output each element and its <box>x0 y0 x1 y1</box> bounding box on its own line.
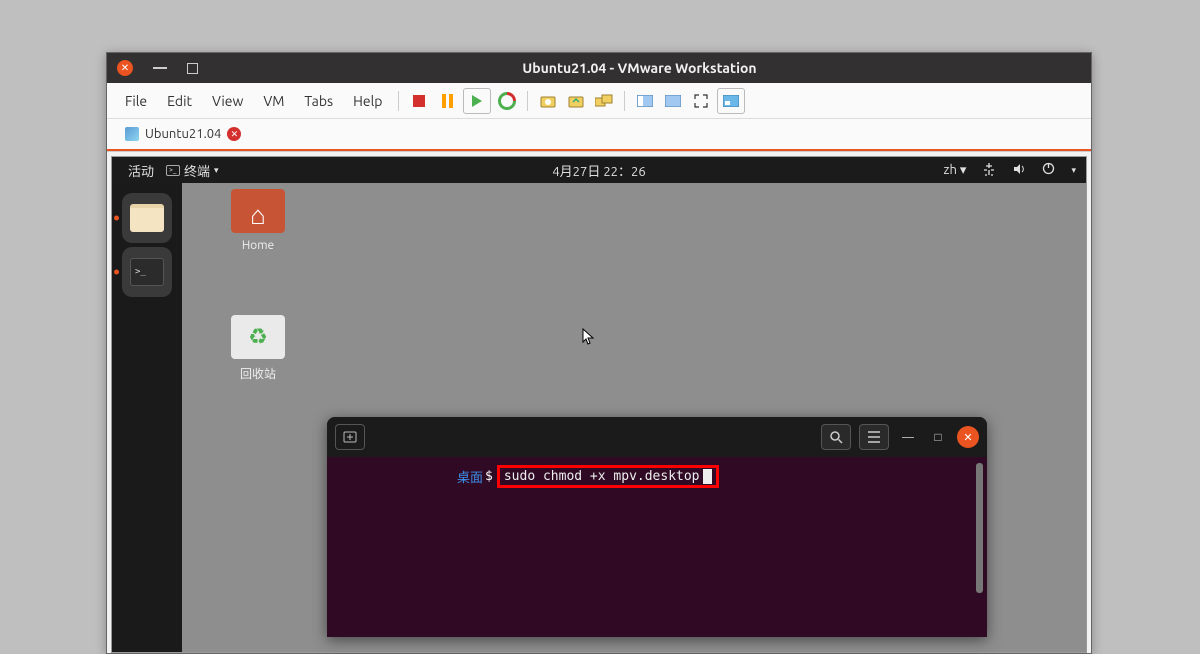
trash-label: 回收站 <box>240 368 276 381</box>
window-title: Ubuntu21.04 - VMware Workstation <box>198 60 1081 76</box>
terminal-minimize-button[interactable]: — <box>897 426 919 448</box>
power-on-button[interactable] <box>463 88 491 114</box>
terminal-headerbar: — □ ✕ <box>327 417 987 457</box>
trash-folder-icon: ♻ <box>231 315 285 359</box>
gnome-desktop: >_ Home ♻ 回收站 <box>112 183 1086 652</box>
running-indicator <box>114 216 119 221</box>
menu-view[interactable]: View <box>202 89 253 113</box>
app-menu-label: 终端 <box>184 161 210 180</box>
input-method-indicator[interactable]: zh ▾ <box>944 163 967 178</box>
fullscreen-button[interactable] <box>689 90 713 112</box>
pause-icon <box>442 94 453 108</box>
menu-tabs[interactable]: Tabs <box>294 89 343 113</box>
menu-vm[interactable]: VM <box>253 89 294 113</box>
desktop-home-icon[interactable]: Home <box>218 189 298 252</box>
suspend-button[interactable] <box>435 90 459 112</box>
terminal-content[interactable]: 桌面$ sudo chmod +x mpv.desktop <box>327 457 987 637</box>
dock-files[interactable] <box>122 193 172 243</box>
desktop-trash-icon[interactable]: ♻ 回收站 <box>218 315 298 382</box>
restart-button[interactable] <box>495 90 519 112</box>
menu-file[interactable]: File <box>115 89 157 113</box>
chevron-down-icon: ▾ <box>1071 165 1076 176</box>
revert-icon <box>568 94 584 108</box>
new-tab-button[interactable] <box>335 424 365 450</box>
terminal-menu-icon: >_ <box>166 165 180 176</box>
tab-close-button[interactable]: ✕ <box>227 127 241 141</box>
revert-snapshot-button[interactable] <box>564 90 588 112</box>
play-icon <box>472 95 482 107</box>
desktop-area[interactable]: Home ♻ 回收站 <box>182 183 1086 652</box>
stop-icon <box>413 95 425 107</box>
unity-icon <box>723 95 739 107</box>
terminal-scrollbar[interactable] <box>976 463 983 593</box>
power-off-button[interactable] <box>407 90 431 112</box>
prompt-dollar: $ <box>485 469 493 484</box>
gnome-topbar: 活动 >_ 终端 ▾ 4月27日 22：26 zh ▾ <box>112 157 1086 183</box>
unity-button[interactable] <box>717 88 745 114</box>
dock: >_ <box>112 183 182 652</box>
search-icon <box>829 430 843 444</box>
terminal-command: sudo chmod +x mpv.desktop <box>504 469 700 484</box>
new-tab-icon <box>343 431 357 443</box>
app-menu[interactable]: >_ 终端 ▾ <box>160 161 225 180</box>
snapshot-icon <box>540 94 556 108</box>
volume-icon[interactable] <box>1012 162 1026 179</box>
vm-icon <box>125 127 139 141</box>
separator <box>398 91 399 111</box>
vm-tab-label: Ubuntu21.04 <box>145 127 221 141</box>
window-controls: ✕ <box>117 60 198 76</box>
separator <box>624 91 625 111</box>
vmware-titlebar: ✕ Ubuntu21.04 - VMware Workstation <box>107 53 1091 83</box>
command-highlight-box: sudo chmod +x mpv.desktop <box>497 465 719 488</box>
vmware-menubar: File Edit View VM Tabs Help <box>107 83 1091 119</box>
activities-button[interactable]: 活动 <box>122 161 160 180</box>
manager-icon <box>595 94 613 108</box>
menu-edit[interactable]: Edit <box>157 89 202 113</box>
window-maximize-button[interactable] <box>187 63 198 74</box>
hamburger-menu-button[interactable] <box>859 424 889 450</box>
vm-tabbar: Ubuntu21.04 ✕ <box>107 119 1091 151</box>
separator <box>527 91 528 111</box>
chevron-down-icon: ▾ <box>214 165 219 176</box>
terminal-close-button[interactable]: ✕ <box>957 426 979 448</box>
fullscreen-icon <box>694 94 708 108</box>
terminal-line: 桌面$ sudo chmod +x mpv.desktop <box>337 465 977 488</box>
thumbnail-icon <box>637 95 653 107</box>
window-close-button[interactable]: ✕ <box>117 60 133 76</box>
guest-frame[interactable]: 活动 >_ 终端 ▾ 4月27日 22：26 zh ▾ <box>111 156 1087 653</box>
menu-help[interactable]: Help <box>343 89 392 113</box>
vmware-window: ✕ Ubuntu21.04 - VMware Workstation File … <box>106 52 1092 654</box>
single-window-button[interactable] <box>661 90 685 112</box>
hamburger-icon <box>867 431 881 443</box>
terminal-cursor <box>703 469 712 484</box>
network-icon[interactable] <box>982 162 996 179</box>
single-icon <box>665 95 681 107</box>
cycle-icon <box>495 89 519 113</box>
vm-tab-ubuntu[interactable]: Ubuntu21.04 ✕ <box>115 119 251 149</box>
snapshot-button[interactable] <box>536 90 560 112</box>
power-icon[interactable] <box>1042 162 1055 178</box>
running-indicator <box>114 270 119 275</box>
search-button[interactable] <box>821 424 851 450</box>
home-folder-icon <box>231 189 285 233</box>
files-icon <box>130 204 164 232</box>
snapshot-manager-button[interactable] <box>592 90 616 112</box>
home-label: Home <box>242 239 274 252</box>
guest-area: 活动 >_ 终端 ▾ 4月27日 22：26 zh ▾ <box>107 151 1091 653</box>
dock-terminal[interactable]: >_ <box>122 247 172 297</box>
terminal-icon: >_ <box>130 258 164 286</box>
terminal-window[interactable]: — □ ✕ 桌面$ sudo chmod +x mpv.desktop <box>327 417 987 637</box>
system-tray: zh ▾ ▾ <box>944 162 1076 179</box>
clock[interactable]: 4月27日 22：26 <box>552 161 645 180</box>
prompt-cwd: 桌面 <box>457 467 483 486</box>
thumbnail-button[interactable] <box>633 90 657 112</box>
window-minimize-button[interactable] <box>153 67 167 69</box>
terminal-maximize-button[interactable]: □ <box>927 426 949 448</box>
